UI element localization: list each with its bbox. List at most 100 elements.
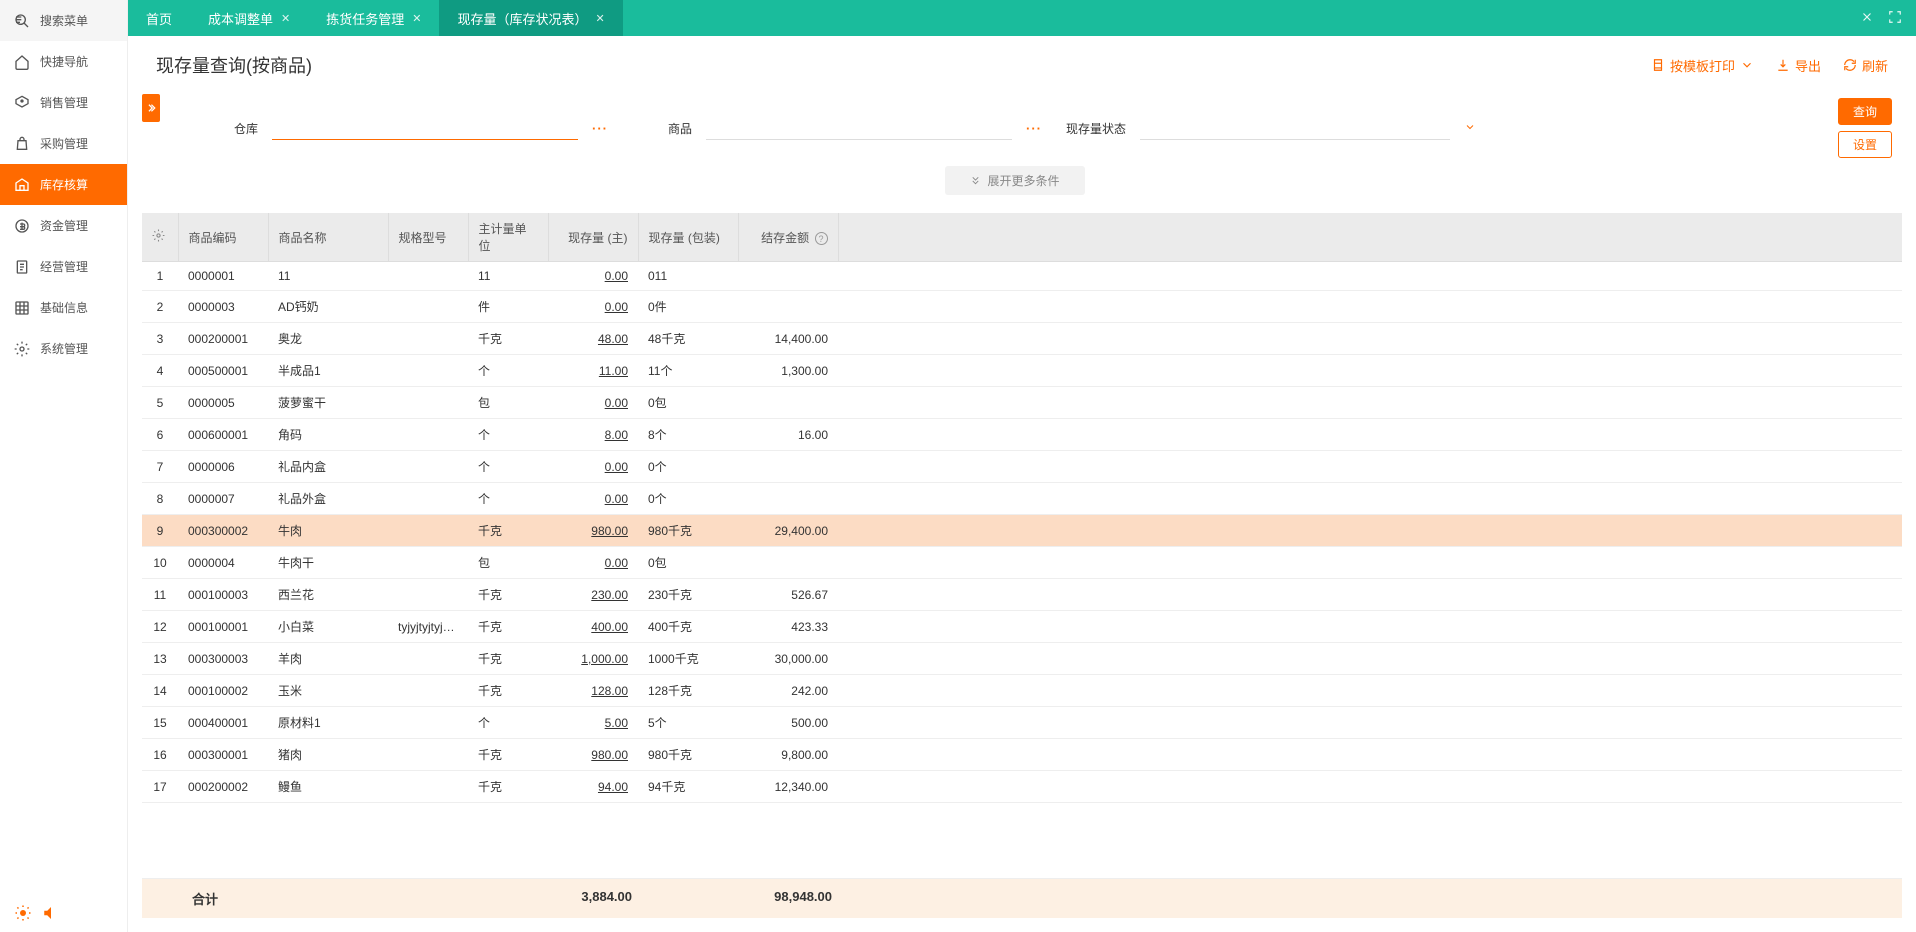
cell-qty[interactable]: 94.00 [548, 771, 638, 803]
cell-pqty: 128千克 [638, 675, 738, 707]
cell-qty[interactable]: 0.00 [548, 547, 638, 579]
warehouse-input[interactable] [272, 117, 578, 140]
cell-unit: 千克 [468, 323, 548, 355]
cell-qty[interactable]: 980.00 [548, 515, 638, 547]
sidebar-item-2[interactable]: 销售管理 [0, 82, 127, 123]
cell-qty[interactable]: 5.00 [548, 707, 638, 739]
expand-filters-button[interactable]: 展开更多条件 [945, 166, 1085, 195]
query-button[interactable]: 查询 [1838, 98, 1892, 125]
tab-2[interactable]: 拣货任务管理✕ [308, 0, 439, 36]
cell-code: 000100002 [178, 675, 268, 707]
col-code[interactable]: 商品编码 [178, 213, 268, 262]
table-row[interactable]: 4000500001半成品1个11.0011个1,300.00 [142, 355, 1902, 387]
table-row[interactable]: 12000100001小白菜tyjyjtyjtyjdf...千克400.0040… [142, 611, 1902, 643]
cell-qty[interactable]: 48.00 [548, 323, 638, 355]
cell-amt: 242.00 [738, 675, 838, 707]
settings-button[interactable]: 设置 [1838, 131, 1892, 158]
status-dropdown-icon[interactable] [1464, 121, 1476, 136]
cell-idx: 11 [142, 579, 178, 611]
total-label: 合计 [182, 889, 272, 908]
table-row[interactable]: 14000100002玉米千克128.00128千克242.00 [142, 675, 1902, 707]
table-row[interactable]: 1000000111110.00011 [142, 262, 1902, 291]
cell-idx: 8 [142, 483, 178, 515]
cell-qty[interactable]: 0.00 [548, 483, 638, 515]
cell-code: 000300001 [178, 739, 268, 771]
sidebar-item-4[interactable]: 库存核算 [0, 164, 127, 205]
table-row[interactable]: 3000200001奥龙千克48.0048千克14,400.00 [142, 323, 1902, 355]
col-qty[interactable]: 现存量 (主) [548, 213, 638, 262]
help-icon[interactable]: ? [815, 232, 828, 245]
table-row[interactable]: 80000007礼品外盒个0.000个 [142, 483, 1902, 515]
product-input[interactable] [706, 117, 1012, 140]
sidebar-item-0[interactable]: 搜索菜单 [0, 0, 127, 41]
cell-unit: 个 [468, 355, 548, 387]
cell-qty[interactable]: 8.00 [548, 419, 638, 451]
cell-qty[interactable]: 980.00 [548, 739, 638, 771]
cell-qty[interactable]: 1,000.00 [548, 643, 638, 675]
tab-close-icon[interactable]: ✕ [596, 12, 605, 25]
sidebar-item-8[interactable]: 系统管理 [0, 328, 127, 369]
footer-icon-2[interactable] [42, 904, 60, 922]
sidebar-item-3[interactable]: 采购管理 [0, 123, 127, 164]
table-row[interactable]: 11000100003西兰花千克230.00230千克526.67 [142, 579, 1902, 611]
tab-close-icon[interactable]: ✕ [412, 12, 421, 25]
cell-pqty: 11个 [638, 355, 738, 387]
col-amt[interactable]: 结存金额 ? [738, 213, 838, 262]
table-row[interactable]: 16000300001猪肉千克980.00980千克9,800.00 [142, 739, 1902, 771]
sidebar-item-5[interactable]: 资金管理 [0, 205, 127, 246]
table-row[interactable]: 20000003AD钙奶件0.000件 [142, 291, 1902, 323]
fullscreen-icon[interactable] [1888, 10, 1902, 27]
cell-qty[interactable]: 11.00 [548, 355, 638, 387]
table-row[interactable]: 17000200002鳗鱼千克94.0094千克12,340.00 [142, 771, 1902, 803]
export-button[interactable]: 导出 [1776, 56, 1821, 75]
filter-collapse-toggle[interactable] [142, 94, 160, 122]
cell-qty[interactable]: 0.00 [548, 291, 638, 323]
close-all-tabs-icon[interactable] [1860, 10, 1874, 27]
cell-name: 礼品内盒 [268, 451, 388, 483]
product-lookup-icon[interactable]: ··· [1026, 121, 1042, 136]
col-unit[interactable]: 主计量单位 [468, 213, 548, 262]
cell-qty[interactable]: 0.00 [548, 451, 638, 483]
refresh-button[interactable]: 刷新 [1843, 56, 1888, 75]
warehouse-lookup-icon[interactable]: ··· [592, 121, 608, 136]
col-pqty[interactable]: 现存量 (包装) [638, 213, 738, 262]
cell-name: AD钙奶 [268, 291, 388, 323]
table-row[interactable]: 70000006礼品内盒个0.000个 [142, 451, 1902, 483]
cell-qty[interactable]: 128.00 [548, 675, 638, 707]
table-settings-header[interactable] [142, 213, 178, 262]
tab-3[interactable]: 现存量（库存状况表） ✕ [439, 0, 622, 36]
tab-1[interactable]: 成本调整单✕ [190, 0, 308, 36]
table-row[interactable]: 6000600001角码个8.008个16.00 [142, 419, 1902, 451]
cell-name: 原材料1 [268, 707, 388, 739]
cell-pqty: 230千克 [638, 579, 738, 611]
cell-unit: 件 [468, 291, 548, 323]
table-row[interactable]: 15000400001原材料1个5.005个500.00 [142, 707, 1902, 739]
table-row[interactable]: 50000005菠萝蜜干包0.000包 [142, 387, 1902, 419]
status-input[interactable] [1140, 117, 1450, 140]
cell-qty[interactable]: 400.00 [548, 611, 638, 643]
cell-qty[interactable]: 0.00 [548, 262, 638, 291]
table-row[interactable]: 100000004牛肉干包0.000包 [142, 547, 1902, 579]
footer-icon-1[interactable] [14, 904, 32, 922]
sidebar-item-1[interactable]: 快捷导航 [0, 41, 127, 82]
page-title: 现存量查询(按商品) [156, 52, 312, 78]
print-template-button[interactable]: 按模板打印 [1651, 56, 1754, 75]
cell-code: 000100003 [178, 579, 268, 611]
tab-close-icon[interactable]: ✕ [281, 12, 290, 25]
col-name[interactable]: 商品名称 [268, 213, 388, 262]
cell-qty[interactable]: 230.00 [548, 579, 638, 611]
tag-icon [14, 95, 30, 111]
cell-name: 半成品1 [268, 355, 388, 387]
sidebar-item-7[interactable]: 基础信息 [0, 287, 127, 328]
tab-label: 首页 [146, 9, 172, 28]
sidebar-item-6[interactable]: 经营管理 [0, 246, 127, 287]
tab-0[interactable]: 首页 [128, 0, 190, 36]
table-row[interactable]: 13000300003羊肉千克1,000.001000千克30,000.00 [142, 643, 1902, 675]
cell-qty[interactable]: 0.00 [548, 387, 638, 419]
cell-spec [388, 515, 468, 547]
table-row[interactable]: 9000300002牛肉千克980.00980千克29,400.00 [142, 515, 1902, 547]
cell-amt: 500.00 [738, 707, 838, 739]
cell-spec [388, 355, 468, 387]
col-spec[interactable]: 规格型号 [388, 213, 468, 262]
tab-label: 现存量（库存状况表） [457, 9, 587, 28]
